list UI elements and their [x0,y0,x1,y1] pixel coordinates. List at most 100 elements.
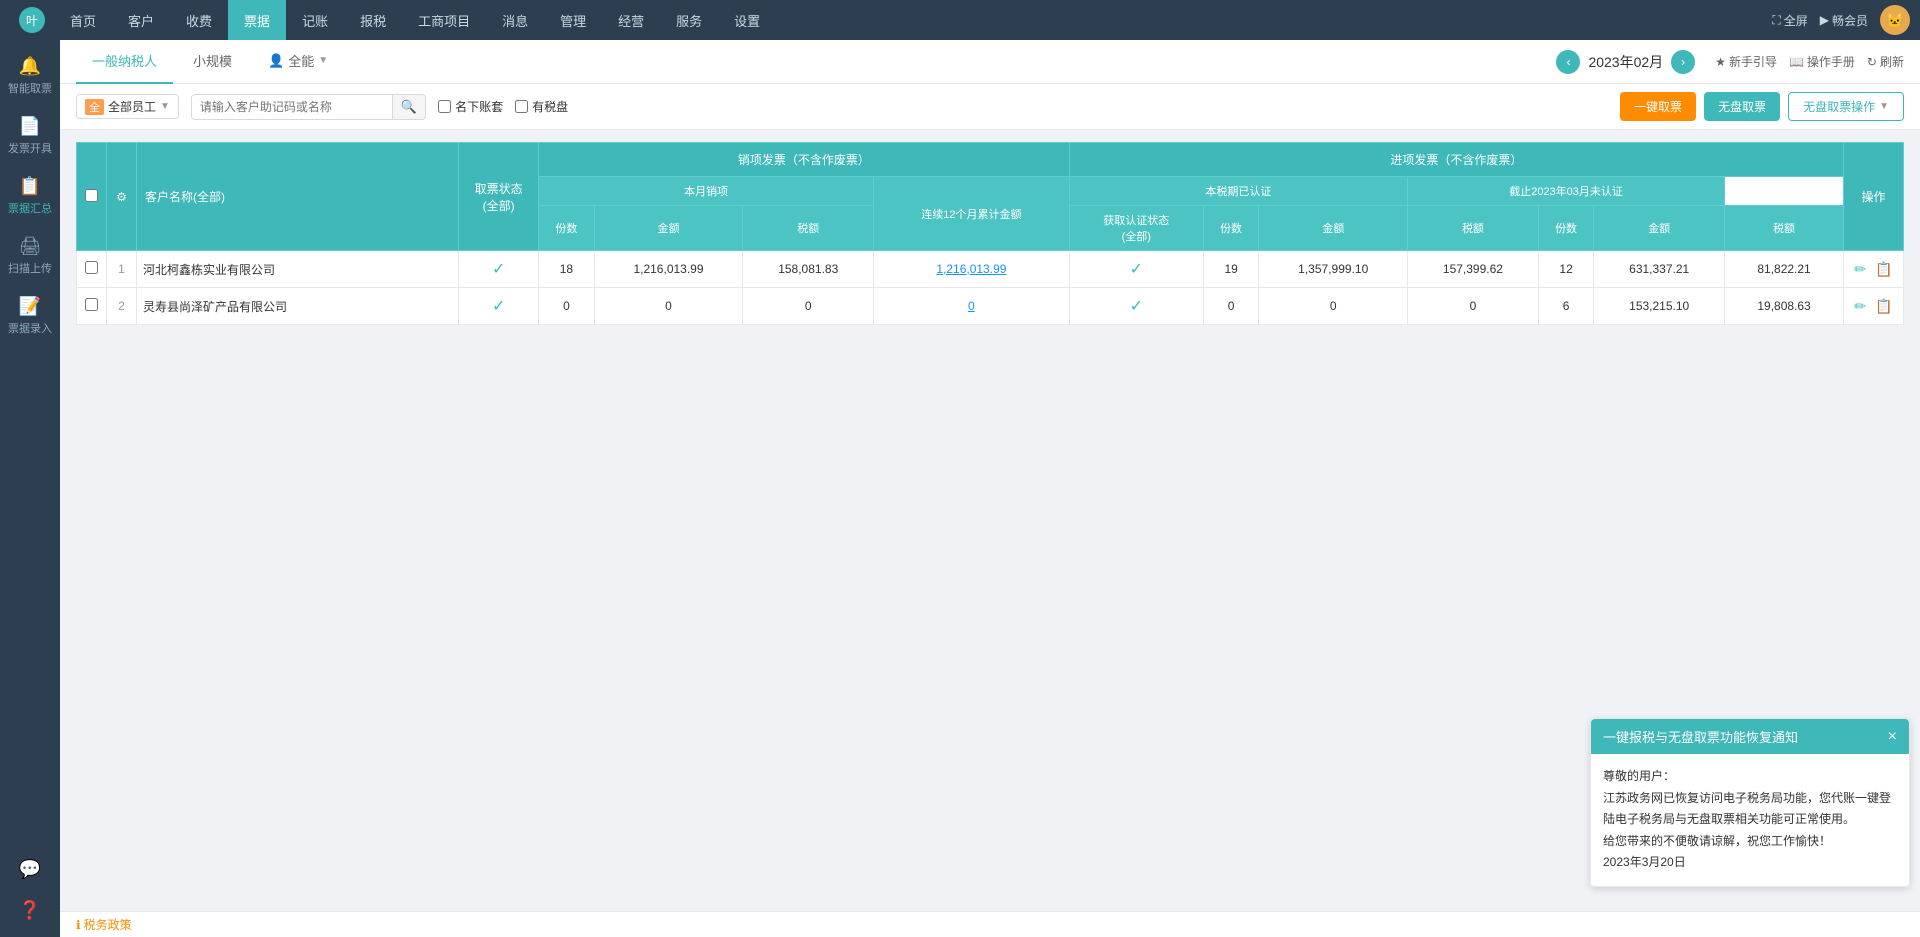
tax-policy-link[interactable]: ℹ 税务政策 [76,916,132,933]
nav-accounting[interactable]: 记账 [286,0,344,40]
no-disc-fetch-btn[interactable]: 无盘取票 [1704,92,1780,121]
tab-small-scale[interactable]: 小规模 [177,40,248,84]
notification-close-btn[interactable]: × [1888,728,1897,746]
sidebar-item-invoice-open[interactable]: 📄 发票开具 [2,108,58,164]
th-until-march: 截止2023年03月未认证 [1408,177,1725,206]
checkbox-taxdisk[interactable]: 有税盘 [515,98,568,115]
row-num: 1 [107,251,137,288]
no-disc-ops-btn[interactable]: 无盘取票操作 ▼ [1788,92,1904,121]
sidebar-item-scan-upload[interactable]: 🖨 扫描上传 [2,228,58,284]
th-cert-tax: 税额 [1408,206,1539,251]
search-input[interactable] [192,96,392,118]
filter-actions: 一键取票 无盘取票 无盘取票操作 ▼ [1620,92,1904,121]
nav-settings[interactable]: 设置 [718,0,776,40]
refresh-icon: ↻ [1867,55,1877,69]
employee-filter[interactable]: 全 全部员工 ▼ [76,94,179,119]
table-row: 1 河北柯鑫栋实业有限公司 ✓ 18 1,216,013.99 158,081.… [77,251,1904,288]
nav-items: 首页 客户 收费 票据 记账 报税 工商项目 消息 管理 经营 服务 设置 [54,0,1772,40]
avatar[interactable]: 🐱 [1880,5,1910,35]
th-cert-qty: 份数 [1203,206,1258,251]
nav-business[interactable]: 工商项目 [402,0,486,40]
main-table: ⚙ 客户名称(全部) 取票状态(全部) 销项发票（不含作废票） 进项发票（不含作… [76,142,1904,325]
row-checkbox-cell [77,251,107,288]
period-prev-btn[interactable]: ‹ [1556,50,1580,74]
cert-amount: 0 [1259,288,1408,325]
uncert-qty: 12 [1538,251,1593,288]
logo: 叶 [10,0,54,40]
refresh-btn[interactable]: ↻ 刷新 [1867,53,1904,70]
nav-service[interactable]: 服务 [660,0,718,40]
edit-icon-1[interactable]: ✏ [1854,298,1866,314]
nav-fee[interactable]: 收费 [170,0,228,40]
edit-icon-0[interactable]: ✏ [1854,261,1866,277]
sidebar-item-invoice-entry[interactable]: 📝 票据录入 [2,288,58,344]
month-qty: 0 [539,288,594,325]
period-next-btn[interactable]: › [1671,50,1695,74]
tab-general-taxpayer[interactable]: 一般纳税人 [76,40,173,84]
th-sales-group: 销项发票（不含作废票） [539,143,1069,177]
search-box: 🔍 [191,94,426,120]
uncert-qty: 6 [1538,288,1593,325]
info-icon: ℹ [76,918,81,932]
row-num: 2 [107,288,137,325]
taxdisk-checkbox-label: 有税盘 [532,98,568,115]
detail-icon-1[interactable]: 📋 [1875,298,1892,314]
th-current-period-cert: 本税期已认证 [1069,177,1407,206]
vip-icon: ▶ [1820,13,1829,27]
th-purchase-group: 进项发票（不含作废票） [1069,143,1843,177]
tab-all[interactable]: 👤 全能 ▼ [252,40,344,84]
notification-header: 一键报税与无盘取票功能恢复通知 × [1591,719,1909,754]
employee-label: 全部员工 [108,98,156,115]
row-checkbox-1[interactable] [85,298,98,311]
notification-title: 一键报税与无盘取票功能恢复通知 [1603,727,1798,746]
cert-tax: 0 [1408,288,1539,325]
nav-invoice[interactable]: 票据 [228,0,286,40]
th-fetch-status: 取票状态(全部) [459,143,539,251]
month-amount: 1,216,013.99 [594,251,743,288]
th-cert-status: 获取认证状态(全部) [1069,206,1203,251]
th-settings: ⚙ [107,143,137,251]
uncert-tax: 19,808.63 [1725,288,1844,325]
sidebar-chat[interactable]: 💬 [13,853,47,886]
row-checkbox-0[interactable] [85,261,98,274]
th-uncert-qty: 份数 [1538,206,1593,251]
month-tax: 0 [743,288,874,325]
vip-btn[interactable]: ▶ 畅会员 [1820,12,1868,29]
tab-all-dropdown-icon: ▼ [318,55,328,66]
nav-tax[interactable]: 报税 [344,0,402,40]
cert-qty: 19 [1203,251,1258,288]
sidebar-item-smart-fetch[interactable]: 🔔 智能取票 [2,48,58,104]
sidebar-item-invoice-summary[interactable]: 📋 票据汇总 [2,168,58,224]
nav-manage[interactable]: 管理 [544,0,602,40]
invoice-summary-icon: 📋 [19,176,41,197]
consecutive12: 1,216,013.99 [874,251,1070,288]
detail-icon-0[interactable]: 📋 [1875,261,1892,277]
guide-icon: ★ [1715,55,1726,69]
uncert-tax: 81,822.21 [1725,251,1844,288]
table-row: 2 灵寿县尚泽矿产品有限公司 ✓ 0 0 0 0 ✓ 0 0 0 6 153,2… [77,288,1904,325]
account-checkbox[interactable] [438,100,451,113]
one-key-fetch-btn[interactable]: 一键取票 [1620,92,1696,121]
settings-icon[interactable]: ⚙ [116,190,127,204]
sidebar: 🔔 智能取票 📄 发票开具 📋 票据汇总 🖨 扫描上传 📝 票据录入 💬 ❓ [0,40,60,937]
nav-home[interactable]: 首页 [54,0,112,40]
employee-tag: 全 [85,99,104,115]
customer-name: 灵寿县尚泽矿产品有限公司 [137,288,459,325]
month-tax: 158,081.83 [743,251,874,288]
fullscreen-btn[interactable]: ⛶ 全屏 [1772,12,1807,29]
manual-btn[interactable]: 📖 操作手册 [1789,53,1855,70]
account-checkbox-label: 名下账套 [455,98,503,115]
invoice-entry-icon: 📝 [19,296,41,317]
th-ops: 操作 [1844,143,1904,251]
nav-operation[interactable]: 经营 [602,0,660,40]
search-button[interactable]: 🔍 [392,95,425,119]
checkbox-account[interactable]: 名下账套 [438,98,503,115]
taxdisk-checkbox[interactable] [515,100,528,113]
select-all-checkbox[interactable] [85,189,98,202]
sidebar-help[interactable]: ❓ [13,894,47,927]
row-checkbox-cell [77,288,107,325]
th-cert-amount: 金额 [1259,206,1408,251]
guide-btn[interactable]: ★ 新手引导 [1715,53,1777,70]
nav-message[interactable]: 消息 [486,0,544,40]
nav-customer[interactable]: 客户 [112,0,170,40]
